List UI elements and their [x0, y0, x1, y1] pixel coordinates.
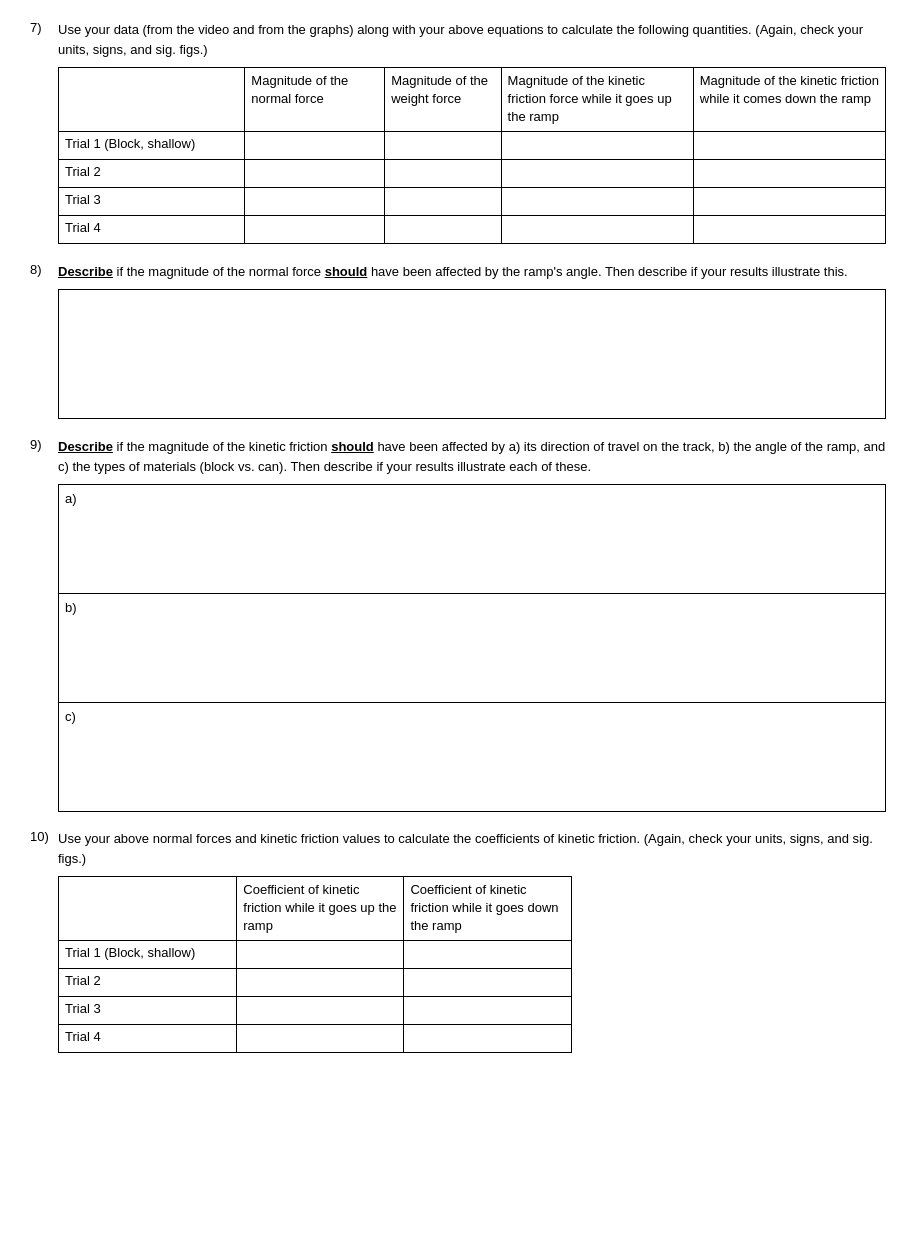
q7-trial3-col1[interactable]	[245, 187, 385, 215]
q9-subq-c-label: c)	[65, 709, 76, 724]
q9-describe: Describe	[58, 439, 113, 454]
q7-trial2-col2[interactable]	[385, 159, 501, 187]
q8-text: Describe if the magnitude of the normal …	[58, 262, 886, 282]
q10-number: 10)	[30, 829, 52, 868]
q8-text-middle: if the magnitude of the normal force	[113, 264, 325, 279]
table-row: Trial 4	[59, 1024, 572, 1052]
q10-trial3-col1[interactable]	[237, 996, 404, 1024]
q7-trial4-label: Trial 4	[59, 215, 245, 243]
question-8: 8) Describe if the magnitude of the norm…	[30, 262, 886, 420]
q8-describe: Describe	[58, 264, 113, 279]
q10-trial4-col2[interactable]	[404, 1024, 571, 1052]
q10-col2-header: Coefficient of kinetic friction while it…	[404, 877, 571, 941]
q7-header-row: Magnitude of the normal force Magnitude …	[59, 68, 886, 132]
q8-should: should	[325, 264, 368, 279]
q9-text: Describe if the magnitude of the kinetic…	[58, 437, 886, 476]
q10-trial4-label: Trial 4	[59, 1024, 237, 1052]
q7-trial2-label: Trial 2	[59, 159, 245, 187]
q9-subquestion-c[interactable]: c)	[58, 702, 886, 812]
q10-trial1-col2[interactable]	[404, 940, 571, 968]
q10-table: Coefficient of kinetic friction while it…	[58, 876, 572, 1053]
table-row: Trial 1 (Block, shallow)	[59, 131, 886, 159]
q9-subquestion-b[interactable]: b)	[58, 593, 886, 703]
q7-col1-header: Magnitude of the normal force	[245, 68, 385, 132]
q9-should: should	[331, 439, 374, 454]
q10-trial4-col1[interactable]	[237, 1024, 404, 1052]
q9-text-middle: if the magnitude of the kinetic friction	[113, 439, 331, 454]
q8-text-end: have been affected by the ramp's angle. …	[367, 264, 847, 279]
q7-trial1-col3[interactable]	[501, 131, 693, 159]
q8-header: 8) Describe if the magnitude of the norm…	[30, 262, 886, 282]
q7-trial3-col3[interactable]	[501, 187, 693, 215]
q10-col1-header: Coefficient of kinetic friction while it…	[237, 877, 404, 941]
q10-trial1-label: Trial 1 (Block, shallow)	[59, 940, 237, 968]
q7-trial4-col1[interactable]	[245, 215, 385, 243]
q7-trial1-col4[interactable]	[693, 131, 885, 159]
q10-trial2-label: Trial 2	[59, 968, 237, 996]
q7-trial4-col4[interactable]	[693, 215, 885, 243]
q7-trial1-col2[interactable]	[385, 131, 501, 159]
q10-col0-header	[59, 877, 237, 941]
table-row: Trial 2	[59, 159, 886, 187]
q9-subq-a-label: a)	[65, 491, 77, 506]
q7-trial2-col4[interactable]	[693, 159, 885, 187]
q7-trial4-col3[interactable]	[501, 215, 693, 243]
q10-trial3-label: Trial 3	[59, 996, 237, 1024]
table-row: Trial 3	[59, 996, 572, 1024]
table-row: Trial 3	[59, 187, 886, 215]
question-10: 10) Use your above normal forces and kin…	[30, 829, 886, 1053]
q10-header: 10) Use your above normal forces and kin…	[30, 829, 886, 868]
q7-col0-header	[59, 68, 245, 132]
q7-trial3-col2[interactable]	[385, 187, 501, 215]
q7-col3-header: Magnitude of the kinetic friction force …	[501, 68, 693, 132]
q10-text: Use your above normal forces and kinetic…	[58, 829, 886, 868]
q9-header: 9) Describe if the magnitude of the kine…	[30, 437, 886, 476]
q10-header-row: Coefficient of kinetic friction while it…	[59, 877, 572, 941]
table-row: Trial 1 (Block, shallow)	[59, 940, 572, 968]
table-row: Trial 2	[59, 968, 572, 996]
q10-trial2-col2[interactable]	[404, 968, 571, 996]
q7-trial2-col1[interactable]	[245, 159, 385, 187]
q9-subq-b-label: b)	[65, 600, 77, 615]
q8-answer-box[interactable]	[58, 289, 886, 419]
q7-text: Use your data (from the video and from t…	[58, 20, 886, 59]
q9-subquestion-boxes: a) b) c)	[58, 484, 886, 812]
q7-trial3-col4[interactable]	[693, 187, 885, 215]
q9-subquestion-a[interactable]: a)	[58, 484, 886, 594]
q10-trial1-col1[interactable]	[237, 940, 404, 968]
q9-number: 9)	[30, 437, 52, 476]
q7-trial2-col3[interactable]	[501, 159, 693, 187]
q7-col2-header: Magnitude of the weight force	[385, 68, 501, 132]
q7-trial1-label: Trial 1 (Block, shallow)	[59, 131, 245, 159]
q7-number: 7)	[30, 20, 52, 59]
q10-trial3-col2[interactable]	[404, 996, 571, 1024]
q7-table: Magnitude of the normal force Magnitude …	[58, 67, 886, 244]
q8-number: 8)	[30, 262, 52, 282]
q7-trial1-col1[interactable]	[245, 131, 385, 159]
question-9: 9) Describe if the magnitude of the kine…	[30, 437, 886, 812]
q7-trial3-label: Trial 3	[59, 187, 245, 215]
q7-col4-header: Magnitude of the kinetic friction while …	[693, 68, 885, 132]
question-7: 7) Use your data (from the video and fro…	[30, 20, 886, 244]
q7-trial4-col2[interactable]	[385, 215, 501, 243]
q7-header: 7) Use your data (from the video and fro…	[30, 20, 886, 59]
q10-trial2-col1[interactable]	[237, 968, 404, 996]
table-row: Trial 4	[59, 215, 886, 243]
